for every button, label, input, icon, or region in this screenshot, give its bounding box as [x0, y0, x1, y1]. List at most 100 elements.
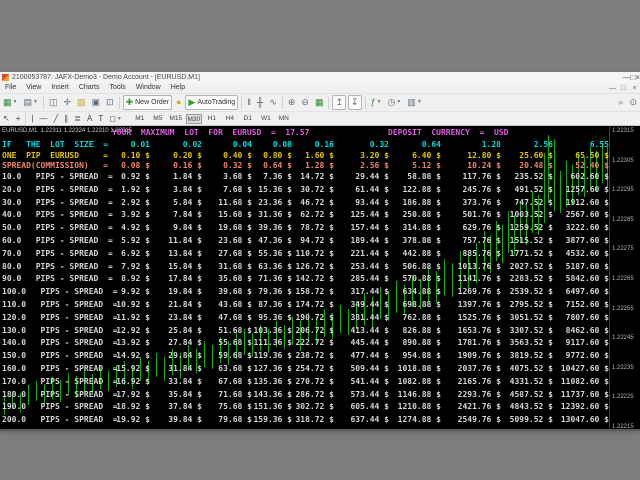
cell: 71.68 $: [218, 389, 252, 399]
vertical-line-glyph: |: [31, 113, 34, 123]
channel-button[interactable]: ∥: [62, 114, 70, 124]
timeframe-d1[interactable]: D1: [240, 114, 256, 124]
axis-price-label: 1.22265: [612, 276, 634, 282]
periods-button[interactable]: ◷ ▼: [386, 96, 404, 109]
lot-size-row-label: IF THE LOT SIZE =: [2, 140, 108, 149]
bar-chart-button[interactable]: ‖: [245, 96, 253, 109]
menu-item-view[interactable]: View: [21, 83, 46, 93]
cell: 15.92 $: [116, 364, 150, 373]
pips-row-20.0-label: 20.0 PIPS - SPREAD =: [2, 184, 113, 194]
cell: 302.72 $: [295, 402, 334, 412]
timeframe-w1[interactable]: W1: [258, 114, 274, 124]
data-window-icon[interactable]: ⊡: [104, 96, 116, 109]
tile-windows-icon[interactable]: ▣: [90, 96, 103, 109]
indicators-button[interactable]: ƒ ▼: [369, 96, 384, 109]
timeframe-h4[interactable]: H4: [222, 114, 238, 124]
child-restore-button[interactable]: □: [618, 85, 629, 92]
menu-item-charts[interactable]: Charts: [74, 83, 105, 93]
cell: 1003.52 $: [509, 210, 553, 220]
dropdown-caret-icon: ▼: [32, 99, 38, 105]
open-folder-icon[interactable]: ▨: [75, 96, 88, 109]
cell: 4075.52 $: [509, 364, 553, 373]
cell: 1274.88 $: [397, 415, 441, 424]
zoom-out-button[interactable]: ⊖: [299, 96, 311, 109]
search-icon[interactable]: ⌕: [616, 96, 625, 109]
cell: 1269.76 $: [457, 287, 501, 296]
cell: 0.16 $: [173, 161, 202, 170]
timeframe-mn[interactable]: MN: [276, 114, 292, 124]
cell: 2567.60 $: [565, 210, 609, 220]
arrange-up-button[interactable]: ↥: [332, 95, 347, 110]
cell: 43.68 $: [218, 300, 252, 309]
close-button[interactable]: ×: [635, 73, 640, 82]
data-window-icon-glyph: ⊡: [106, 97, 114, 107]
price-axis[interactable]: 1.22315 1.22305 1.22295 1.22285 1.22275 1.222…: [609, 126, 640, 429]
cell: 117.76 $: [462, 172, 501, 181]
cell: 1.28: [481, 140, 501, 149]
cell: 747.52 $: [514, 197, 553, 207]
new-chart-button[interactable]: ▦ ▼: [1, 96, 19, 109]
vertical-line-button[interactable]: |: [29, 114, 35, 124]
community-icon-glyph: ⊙: [629, 97, 637, 107]
text-tool-button[interactable]: A: [85, 114, 94, 124]
child-close-button[interactable]: ×: [629, 85, 640, 92]
cell: 349.44 $: [350, 300, 389, 309]
timeframe-m1[interactable]: M1: [132, 114, 148, 124]
pips-row-10.0-label: 10.0 PIPS - SPREAD =: [2, 172, 113, 181]
candlestick-chart-button[interactable]: ╫: [255, 96, 265, 109]
menu-item-insert[interactable]: Insert: [46, 83, 74, 93]
cell: 94.72 $: [300, 236, 334, 245]
timeframe-m5[interactable]: M5: [150, 114, 166, 124]
cell: 71.36 $: [258, 274, 292, 284]
menu-item-tools[interactable]: Tools: [104, 83, 130, 93]
autotrading-button[interactable]: ▶ AutoTrading: [185, 95, 239, 110]
cell: 52.40 $: [575, 161, 609, 170]
cell: 11.84 $: [168, 236, 202, 245]
cell: 7.92 $: [121, 261, 150, 271]
zoom-in-button[interactable]: ⊕: [286, 96, 298, 109]
cell: 318.72 $: [295, 415, 334, 424]
cell: 1.84 $: [173, 172, 202, 181]
timeframe-m15[interactable]: M15: [168, 114, 184, 124]
arrange-down-button[interactable]: ↧: [348, 95, 362, 110]
label-tool-button[interactable]: T: [96, 114, 105, 124]
pips-row-40.0-label: 40.0 PIPS - SPREAD =: [2, 210, 113, 220]
trendline-button[interactable]: ╱: [51, 114, 60, 124]
shapes-button[interactable]: ◻ ▼: [107, 114, 124, 124]
cell: 4843.52 $: [509, 402, 553, 412]
chart-window-icon[interactable]: ◫: [47, 96, 60, 109]
title-bar[interactable]: 2100053787: JAFX-Demo3 - Demo Account - …: [0, 72, 640, 83]
cell: 12.80 $: [467, 150, 501, 160]
cursor-sync-icon[interactable]: ✛: [61, 96, 73, 109]
cell: 39.68 $: [218, 287, 252, 296]
fibonacci-button[interactable]: ≣: [72, 114, 83, 124]
dropdown-caret-icon: ▼: [416, 99, 422, 105]
cell: 31.68 $: [218, 261, 252, 271]
market-watch-grid-button[interactable]: ▦: [313, 96, 326, 109]
cell: 509.44 $: [350, 364, 389, 373]
window-controls: —□×: [622, 72, 640, 83]
pips-row-120.0: 120.0 PIPS - SPREAD = 11.92 $ 23.84 $ 47.68…: [2, 313, 609, 322]
templates-button[interactable]: ▥ ▼: [405, 96, 423, 109]
new-order-button[interactable]: ✚ New Order: [122, 95, 172, 110]
cell: 2421.76 $: [457, 402, 501, 412]
menu-item-window[interactable]: Window: [131, 83, 166, 93]
crosshair-tool-button[interactable]: +: [14, 114, 23, 124]
expert-advisors-icon[interactable]: ●: [174, 96, 183, 109]
community-icon[interactable]: ⊙: [627, 96, 639, 109]
cell: 7807.60 $: [565, 312, 609, 322]
cell: 39.84 $: [168, 415, 202, 424]
cell: 157.44 $: [350, 223, 389, 232]
menu-item-help[interactable]: Help: [166, 83, 190, 93]
profiles-button[interactable]: ▤ ▼: [21, 96, 39, 109]
child-window-controls: — □ ×: [607, 85, 640, 92]
chart-area[interactable]: 1.22315 1.22305 1.22295 1.22285 1.22275 1.222…: [0, 126, 640, 431]
child-minimize-button[interactable]: —: [607, 85, 618, 92]
cursor-tool-button[interactable]: ↖: [1, 114, 12, 124]
horizontal-line-button[interactable]: —: [37, 114, 49, 124]
timeframe-m30[interactable]: M30: [185, 113, 202, 124]
menu-item-file[interactable]: File: [0, 83, 21, 93]
pips-row-160.0-label: 160.0 PIPS - SPREAD =: [2, 364, 118, 373]
timeframe-h1[interactable]: H1: [204, 114, 220, 124]
line-chart-button[interactable]: ∿: [267, 96, 279, 109]
